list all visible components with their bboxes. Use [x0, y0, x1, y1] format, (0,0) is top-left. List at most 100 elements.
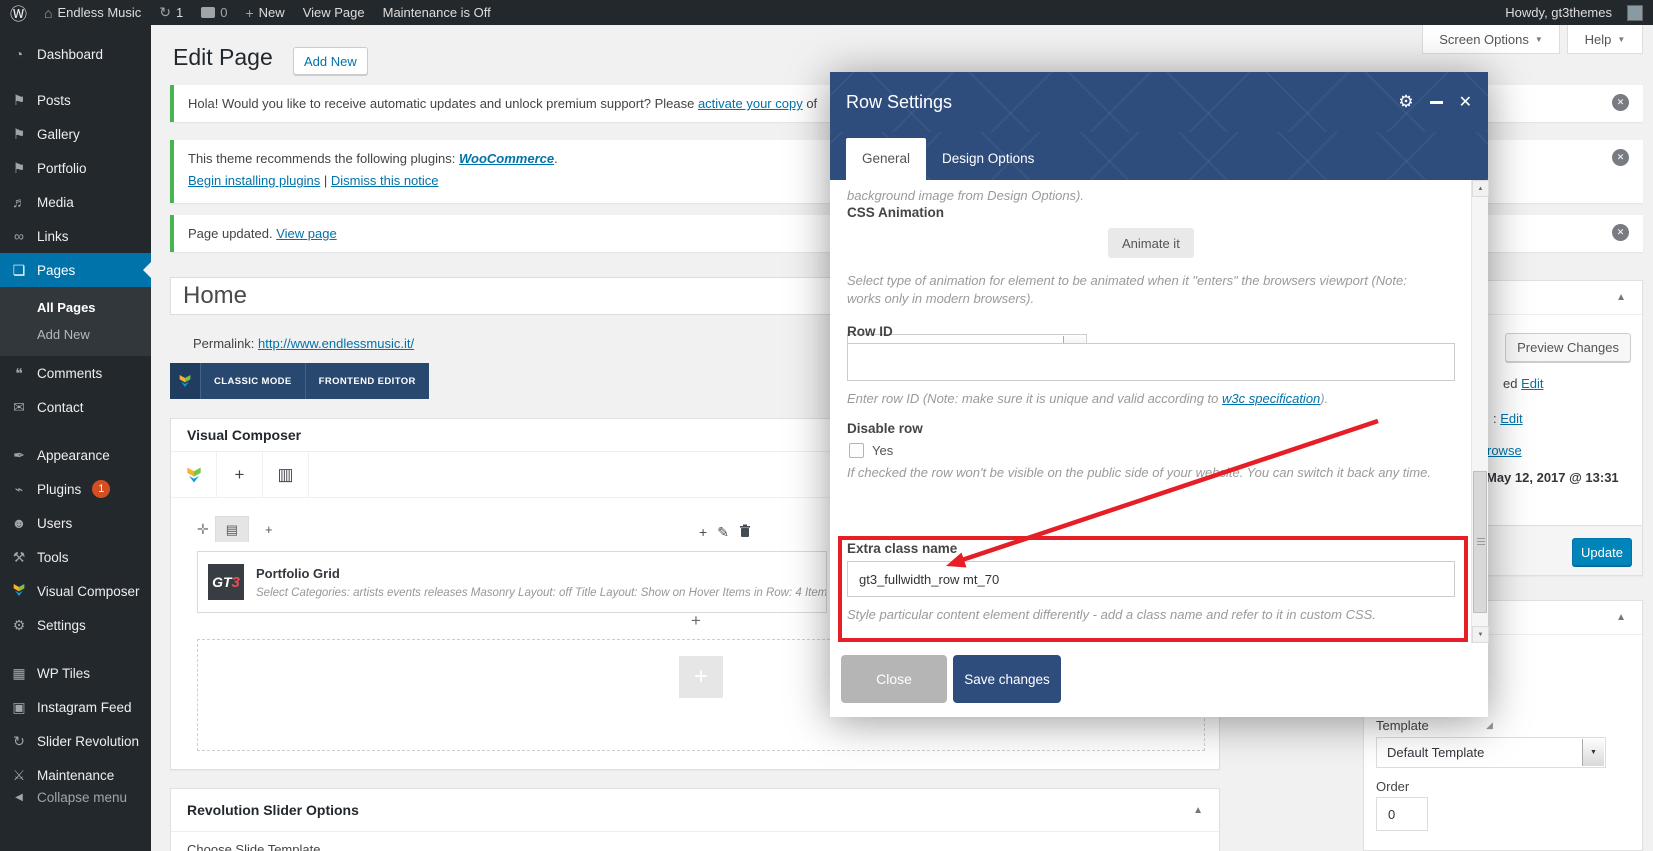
view-page-label: View Page: [302, 5, 365, 20]
maintenance-menu[interactable]: Maintenance is Off: [374, 0, 500, 25]
append-element-icon[interactable]: +: [681, 611, 711, 631]
collapse-menu-label: Collapse menu: [37, 789, 128, 805]
sidebar-item-label: Visual Composer: [37, 583, 140, 599]
save-changes-button[interactable]: Save changes: [953, 655, 1061, 703]
site-name-menu[interactable]: ⌂ Endless Music: [35, 0, 150, 25]
modal-header[interactable]: Row Settings ⚙ ✕: [830, 72, 1488, 132]
sidebar-item-portfolio[interactable]: ⚑ Portfolio: [0, 151, 151, 185]
collapse-menu-button[interactable]: ◀ Collapse menu: [0, 780, 151, 814]
edit-status-link[interactable]: Edit: [1521, 376, 1543, 391]
vc-logo-button[interactable]: [171, 452, 217, 497]
scroll-down-icon[interactable]: ▼: [1472, 626, 1489, 643]
notice-separator: |: [320, 173, 331, 188]
sidebar-item-instagram-feed[interactable]: ▣ Instagram Feed: [0, 690, 151, 724]
close-button[interactable]: Close: [841, 655, 947, 703]
update-button[interactable]: Update: [1572, 538, 1632, 566]
howdy-menu[interactable]: Howdy, gt3themes: [1496, 0, 1621, 25]
new-menu[interactable]: + New: [236, 0, 293, 25]
view-page-menu[interactable]: View Page: [294, 0, 374, 25]
modal-settings-gear-icon[interactable]: ⚙: [1398, 92, 1413, 112]
sidebar-item-visual-composer[interactable]: Visual Composer: [0, 574, 151, 608]
add-column-icon[interactable]: +: [255, 516, 283, 542]
sidebar-item-media[interactable]: ♬ Media: [0, 185, 151, 219]
sidebar-item-links[interactable]: ∞ Links: [0, 219, 151, 253]
dismiss-notice-icon[interactable]: ✕: [1612, 224, 1629, 241]
help-label: Help: [1584, 31, 1612, 47]
row-id-label: Row ID: [847, 324, 893, 339]
modal-scrollbar[interactable]: ▲ ▼: [1471, 180, 1489, 643]
sidebar-item-plugins[interactable]: ⌁ Plugins 1: [0, 472, 151, 506]
sidebar-item-contact[interactable]: ✉ Contact: [0, 390, 151, 424]
dismiss-notice-icon[interactable]: ✕: [1612, 94, 1629, 111]
move-row-icon[interactable]: ✛: [197, 521, 209, 542]
updates-menu[interactable]: ↻ 1: [150, 0, 192, 25]
scrollbar-thumb[interactable]: [1473, 471, 1487, 613]
begin-installing-link[interactable]: Begin installing plugins: [188, 173, 320, 188]
portfolio-grid-element[interactable]: GT 3 Portfolio Grid Select Categories: ar…: [197, 551, 827, 613]
preview-changes-button[interactable]: Preview Changes: [1505, 333, 1631, 362]
sidebar-item-pages[interactable]: ❏ Pages: [0, 253, 151, 287]
collapse-panel-icon[interactable]: ▲: [1616, 292, 1626, 303]
sidebar-item-appearance[interactable]: ✒ Appearance: [0, 438, 151, 472]
sidebar-item-settings[interactable]: ⚙ Settings: [0, 608, 151, 642]
comments-menu[interactable]: 0: [192, 0, 236, 25]
howdy-label: Howdy, gt3themes: [1505, 5, 1612, 20]
home-icon: ⌂: [44, 4, 53, 21]
permalink-link[interactable]: http://www.endlessmusic.it/: [258, 336, 414, 351]
template-select[interactable]: Default Template ▼: [1376, 737, 1606, 768]
classic-mode-button[interactable]: CLASSIC MODE: [200, 363, 305, 399]
sidebar-item-posts[interactable]: ⚑ Posts: [0, 83, 151, 117]
sidebar-item-wp-tiles[interactable]: ▦ WP Tiles: [0, 656, 151, 690]
status-row-fragment: ed Edit: [1503, 376, 1543, 391]
prepend-element-icon[interactable]: +: [699, 524, 707, 541]
activate-copy-link[interactable]: activate your copy: [698, 96, 803, 111]
row-id-input[interactable]: [847, 343, 1455, 381]
tab-design-options[interactable]: Design Options: [926, 138, 1050, 180]
scroll-up-icon[interactable]: ▲: [1472, 180, 1489, 197]
row-layout-icon[interactable]: ▤: [214, 516, 250, 542]
big-add-element-button[interactable]: +: [679, 656, 723, 698]
order-input[interactable]: [1376, 797, 1428, 831]
dismiss-notice-icon[interactable]: ✕: [1612, 149, 1629, 166]
dismiss-notice-link[interactable]: Dismiss this notice: [331, 173, 439, 188]
edit-visibility-link[interactable]: Edit: [1500, 411, 1522, 426]
sidebar-item-slider-revolution[interactable]: ↻ Slider Revolution: [0, 724, 151, 758]
screen-options-button[interactable]: Screen Options ▼: [1422, 25, 1560, 54]
edit-row-icon[interactable]: ✎: [717, 524, 729, 541]
extra-class-input[interactable]: [847, 561, 1455, 597]
revslider-metabox: Revolution Slider Options ▲ Choose Slide…: [170, 788, 1220, 851]
submenu-all-pages[interactable]: All Pages: [0, 294, 151, 321]
delete-row-icon[interactable]: [739, 524, 751, 541]
sidebar-item-comments[interactable]: ❝ Comments: [0, 356, 151, 390]
element-meta: Select Categories: artists events releas…: [256, 586, 827, 599]
animate-it-button[interactable]: Animate it: [1108, 228, 1194, 258]
modal-minimize-icon[interactable]: [1429, 100, 1443, 104]
screen-options-label: Screen Options: [1439, 31, 1529, 47]
comment-count: 0: [220, 5, 228, 20]
sidebar-item-gallery[interactable]: ⚑ Gallery: [0, 117, 151, 151]
templates-button[interactable]: ▥: [263, 452, 309, 497]
sidebar-item-users[interactable]: ☻ Users: [0, 506, 151, 540]
add-element-button[interactable]: +: [217, 452, 263, 497]
view-page-link[interactable]: View page: [276, 226, 336, 241]
sidebar-item-dashboard[interactable]: ◔ Dashboard: [0, 37, 151, 71]
help-button[interactable]: Help ▼: [1567, 25, 1643, 54]
add-new-button[interactable]: Add New: [293, 47, 368, 75]
submenu-add-new[interactable]: Add New: [0, 321, 151, 348]
template-select-value: Default Template: [1387, 745, 1485, 760]
resize-grip-icon: ◢: [1486, 720, 1493, 730]
tab-general[interactable]: General: [846, 138, 927, 180]
frontend-editor-button[interactable]: FRONTEND EDITOR: [304, 363, 429, 399]
collapse-panel-icon[interactable]: ▲: [1616, 612, 1626, 623]
disable-row-checkbox[interactable]: [849, 443, 864, 458]
wordpress-logo-icon[interactable]: Ⓦ: [0, 0, 35, 25]
avatar[interactable]: [1627, 4, 1643, 21]
w3c-specification-link[interactable]: w3c specification: [1222, 391, 1320, 406]
slider-revolution-icon: ↻: [13, 732, 25, 749]
browse-revisions-link[interactable]: rowse: [1487, 443, 1522, 458]
revslider-header[interactable]: Revolution Slider Options ▲: [171, 789, 1219, 832]
collapse-panel-icon[interactable]: ▲: [1193, 805, 1203, 816]
modal-close-icon[interactable]: ✕: [1459, 92, 1472, 112]
woocommerce-link[interactable]: WooCommerce: [459, 151, 554, 166]
sidebar-item-tools[interactable]: ⚒ Tools: [0, 540, 151, 574]
